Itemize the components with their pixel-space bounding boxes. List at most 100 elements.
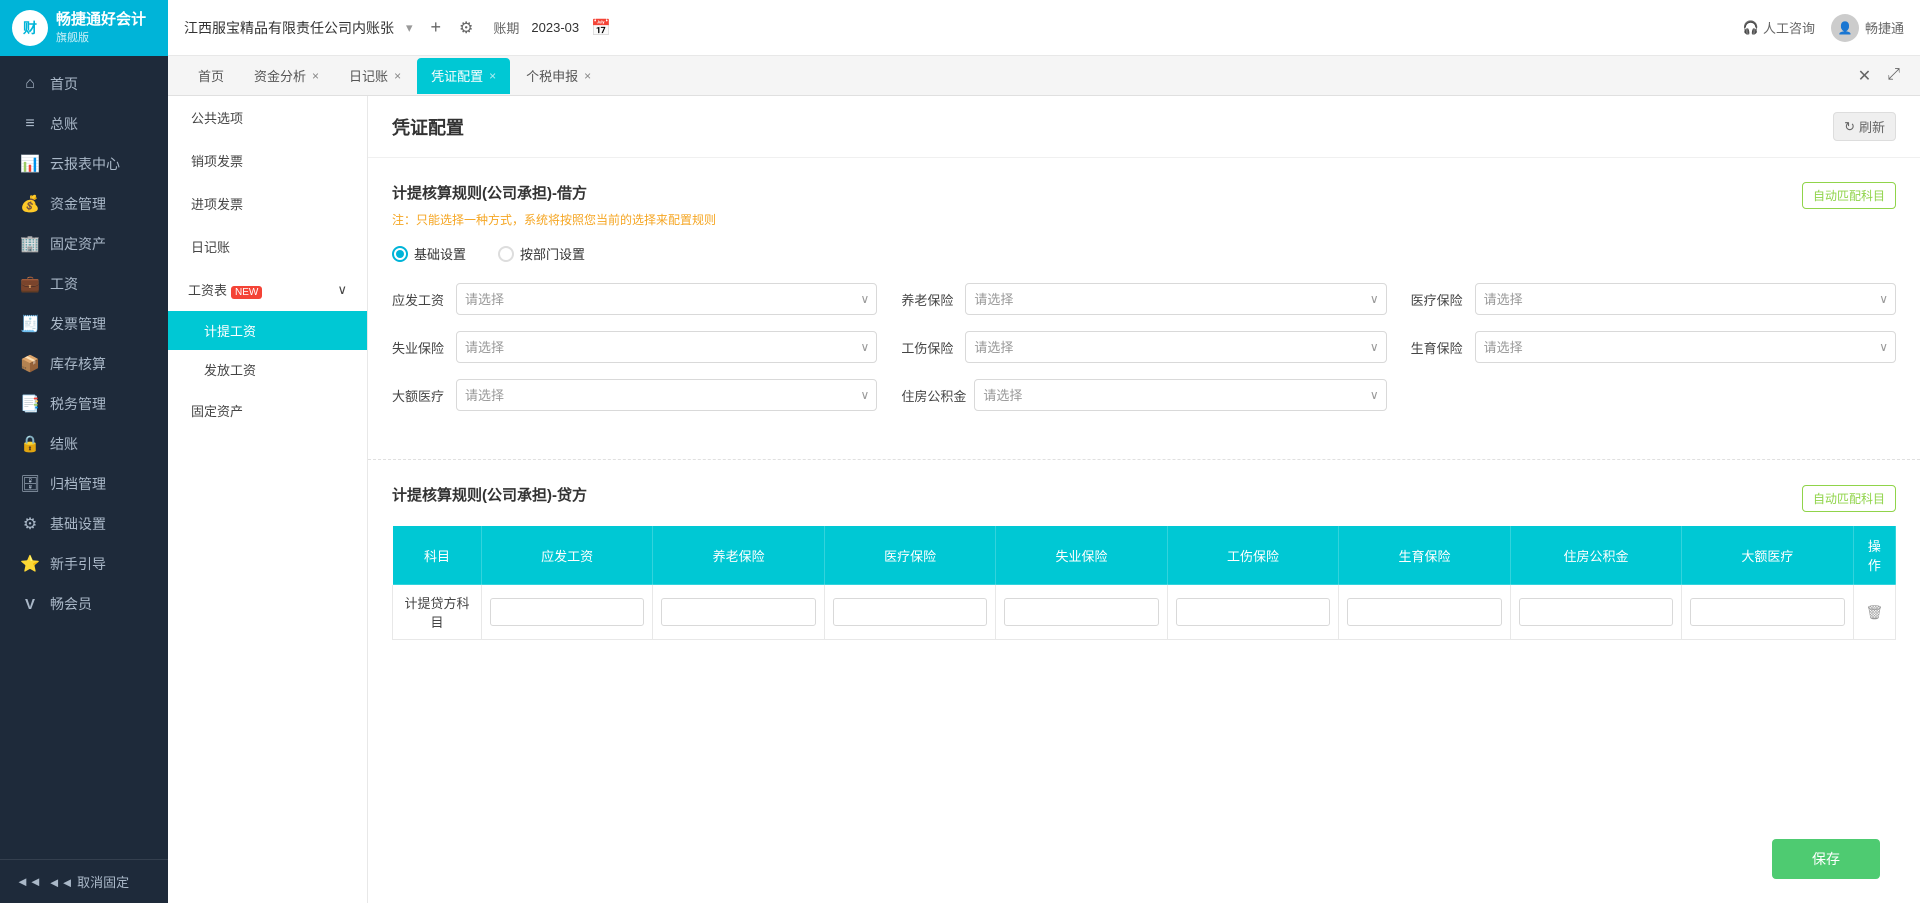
field-label-dey: 大额医疗 <box>392 386 448 405</box>
input-zfgjj[interactable] <box>1519 598 1673 626</box>
sub-nav-fixed-assets[interactable]: 固定资产 <box>168 389 367 432</box>
tax-icon: 📑 <box>20 394 40 414</box>
select-dey[interactable]: 请选择 <box>456 379 877 411</box>
sidebar-item-label: 总账 <box>50 114 78 134</box>
tab-home[interactable]: 首页 <box>184 58 238 94</box>
field-row-ylbx: 养老保险 请选择 <box>901 283 1386 315</box>
period-label: 账期 <box>493 18 519 37</box>
sidebar-item-salary[interactable]: 💼 工资 <box>0 264 168 304</box>
sidebar-item-home[interactable]: ⌂ 首页 <box>0 64 168 104</box>
tab-fund[interactable]: 资金分析 × <box>240 58 333 94</box>
sidebar-item-archive[interactable]: 🗄 归档管理 <box>0 464 168 504</box>
sidebar-item-reports[interactable]: 📊 云报表中心 <box>0 144 168 184</box>
tab-journal-close[interactable]: × <box>394 69 401 83</box>
tab-tax[interactable]: 个税申报 × <box>512 58 605 94</box>
radio-group: 基础设置 按部门设置 <box>392 244 1802 263</box>
field-row-ylbx2: 医疗保险 请选择 <box>1411 283 1896 315</box>
td-dey[interactable] <box>1682 585 1853 640</box>
tab-voucher[interactable]: 凭证配置 × <box>417 58 510 94</box>
input-gsbx[interactable] <box>1176 598 1330 626</box>
select-gsbx[interactable]: 请选择 <box>965 331 1386 363</box>
sidebar-item-settings[interactable]: ⚙ 基础设置 <box>0 504 168 544</box>
logo-sub: 旗舰版 <box>56 29 146 45</box>
select-sybx[interactable]: 请选择 <box>456 331 877 363</box>
td-ylbx[interactable] <box>653 585 824 640</box>
delete-row-button[interactable]: 🗑 <box>1865 604 1883 620</box>
sub-nav-sales-invoice[interactable]: 销项发票 <box>168 139 367 182</box>
sidebar-item-vip[interactable]: V 畅会员 <box>0 584 168 624</box>
close-tab-button[interactable]: ✕ <box>1854 62 1875 90</box>
input-ylbx[interactable] <box>661 598 815 626</box>
select-zfgjj[interactable]: 请选择 <box>974 379 1386 411</box>
tab-tax-close[interactable]: × <box>584 69 591 83</box>
select-yfgz[interactable]: 请选择 <box>456 283 877 315</box>
td-sybx[interactable] <box>996 585 1167 640</box>
settings-icon[interactable]: ⚙ <box>459 18 473 38</box>
credit-auto-match-button[interactable]: 自动匹配科目 <box>1802 485 1896 512</box>
sub-nav-public[interactable]: 公共选项 <box>168 96 367 139</box>
input-dey[interactable] <box>1690 598 1844 626</box>
select-sybx2[interactable]: 请选择 <box>1475 331 1896 363</box>
sidebar-item-ledger[interactable]: ≡ 总账 <box>0 104 168 144</box>
payroll-group-label: 工资表NEW <box>188 280 262 299</box>
td-yfgz[interactable] <box>481 585 652 640</box>
input-sybx2[interactable] <box>1347 598 1501 626</box>
sub-nav-payroll-group[interactable]: 工资表NEW ∨ <box>168 268 367 311</box>
select-ylbx[interactable]: 请选择 <box>965 283 1386 315</box>
calendar-icon[interactable]: 📅 <box>591 18 611 38</box>
sidebar-collapse-btn[interactable]: ◄◄ ◄◄ 取消固定 <box>0 859 168 903</box>
sidebar-item-closing[interactable]: 🔒 结账 <box>0 424 168 464</box>
radio-by-dept[interactable]: 按部门设置 <box>498 244 585 263</box>
input-yfgz[interactable] <box>490 598 644 626</box>
th-gsbx: 工伤保险 <box>1167 526 1338 585</box>
tab-journal[interactable]: 日记账 × <box>335 58 415 94</box>
credit-section-title: 计提核算规则(公司承担)-贷方 <box>392 484 587 505</box>
td-ylbx2[interactable] <box>824 585 995 640</box>
closing-icon: 🔒 <box>20 434 40 454</box>
sub-nav-journal[interactable]: 日记账 <box>168 225 367 268</box>
select-ylbx2[interactable]: 请选择 <box>1475 283 1896 315</box>
guide-icon: ⭐ <box>20 554 40 574</box>
topbar-right: 🎧 人工咨询 👤 畅捷通 <box>1743 14 1904 42</box>
input-sybx[interactable] <box>1004 598 1158 626</box>
sidebar-item-assets[interactable]: 🏢 固定资产 <box>0 224 168 264</box>
refresh-button[interactable]: ↻ 刷新 <box>1833 112 1896 141</box>
sidebar-item-tax[interactable]: 📑 税务管理 <box>0 384 168 424</box>
debit-auto-match-button[interactable]: 自动匹配科目 <box>1802 182 1896 209</box>
input-ylbx2[interactable] <box>833 598 987 626</box>
sidebar-item-funds[interactable]: 💰 资金管理 <box>0 184 168 224</box>
expand-tab-button[interactable]: ⤢ <box>1883 62 1904 90</box>
td-zfgjj[interactable] <box>1510 585 1681 640</box>
sub-nav-calc-payroll[interactable]: 计提工资 <box>168 311 367 350</box>
td-gsbx[interactable] <box>1167 585 1338 640</box>
tabbar: 首页 资金分析 × 日记账 × 凭证配置 × 个税申报 × ✕ ⤢ <box>168 56 1920 96</box>
td-sybx2[interactable] <box>1339 585 1510 640</box>
consult-label: 人工咨询 <box>1763 18 1815 37</box>
sidebar-item-inventory[interactable]: 📦 库存核算 <box>0 344 168 384</box>
consult-button[interactable]: 🎧 人工咨询 <box>1743 18 1815 37</box>
sidebar-item-label: 新手引导 <box>50 554 106 574</box>
field-row-zfgjj: 住房公积金 请选择 <box>901 379 1386 411</box>
sidebar-item-guide[interactable]: ⭐ 新手引导 <box>0 544 168 584</box>
tab-voucher-close[interactable]: × <box>489 69 496 83</box>
company-dropdown-icon[interactable]: ▾ <box>406 20 413 36</box>
radio-by-dept-circle <box>498 246 514 262</box>
field-row-sybx: 失业保险 请选择 <box>392 331 877 363</box>
select-wrapper-ylbx2: 请选择 <box>1475 283 1896 315</box>
sub-nav-purchase-invoice[interactable]: 进项发票 <box>168 182 367 225</box>
save-button[interactable]: 保存 <box>1772 839 1880 879</box>
tab-fund-close[interactable]: × <box>312 69 319 83</box>
select-wrapper-yfgz: 请选择 <box>456 283 877 315</box>
user-menu[interactable]: 👤 畅捷通 <box>1831 14 1904 42</box>
radio-basic[interactable]: 基础设置 <box>392 244 466 263</box>
sidebar-item-label: 资金管理 <box>50 194 106 214</box>
period-value[interactable]: 2023-03 <box>531 20 579 35</box>
th-ylbx2: 医疗保险 <box>824 526 995 585</box>
collapse-label: ◄◄ 取消固定 <box>48 872 129 891</box>
section-divider <box>368 459 1920 460</box>
sidebar-item-invoice[interactable]: 🧾 发票管理 <box>0 304 168 344</box>
add-company-button[interactable]: + <box>425 15 448 40</box>
th-dey: 大额医疗 <box>1682 526 1853 585</box>
td-op[interactable]: 🗑 <box>1853 585 1895 640</box>
sub-nav-pay-payroll[interactable]: 发放工资 <box>168 350 367 389</box>
